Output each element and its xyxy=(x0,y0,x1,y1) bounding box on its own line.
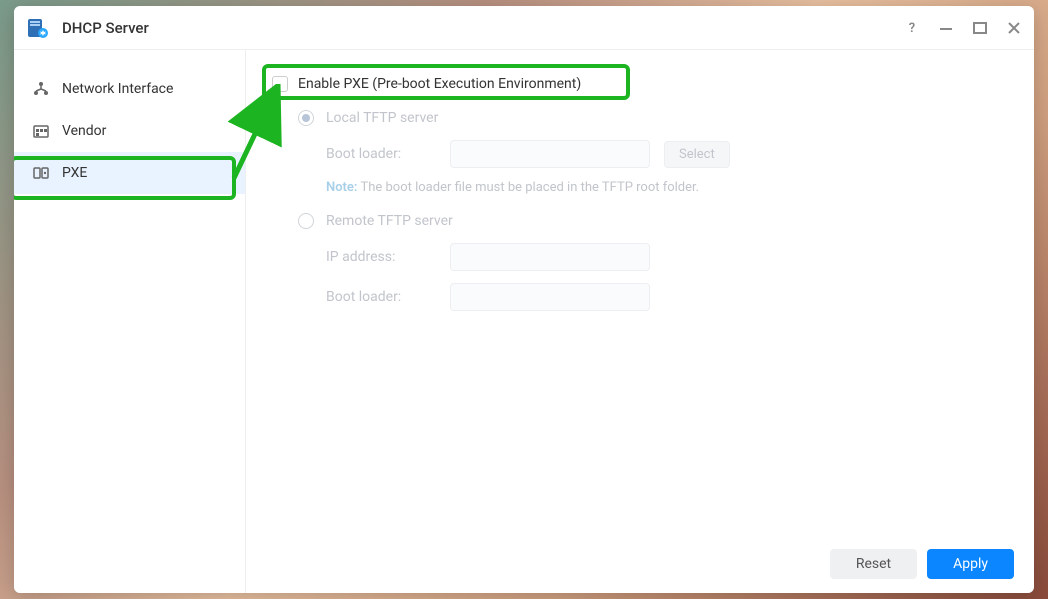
select-button[interactable]: Select xyxy=(664,141,730,168)
sidebar-item-network-interface[interactable]: Network Interface xyxy=(14,68,245,110)
boot-loader-label: Boot loader: xyxy=(326,146,436,162)
local-tftp-row[interactable]: Local TFTP server xyxy=(298,110,1008,126)
boot-loader2-input[interactable] xyxy=(450,283,650,311)
vendor-icon xyxy=(32,122,50,140)
help-icon[interactable]: ? xyxy=(904,20,920,36)
pxe-options: Local TFTP server Boot loader: Select No… xyxy=(298,110,1008,311)
footer-buttons: Reset Apply xyxy=(830,549,1014,579)
window-controls: ? xyxy=(904,20,1022,36)
maximize-icon[interactable] xyxy=(972,20,988,36)
sidebar-item-label: Vendor xyxy=(62,123,106,139)
dhcp-server-window: DHCP Server ? Network Interface Vendor xyxy=(14,6,1034,593)
enable-pxe-label: Enable PXE (Pre-boot Execution Environme… xyxy=(298,76,581,92)
note-text: The boot loader file must be placed in t… xyxy=(360,180,699,195)
remote-tftp-label: Remote TFTP server xyxy=(326,213,453,229)
enable-pxe-row[interactable]: Enable PXE (Pre-boot Execution Environme… xyxy=(272,76,1008,92)
titlebar: DHCP Server ? xyxy=(14,6,1034,50)
boot-loader-row: Boot loader: Select xyxy=(326,140,1008,168)
enable-pxe-checkbox[interactable] xyxy=(272,76,288,92)
close-icon[interactable] xyxy=(1006,20,1022,36)
window-body: Network Interface Vendor PXE Enable PXE … xyxy=(14,50,1034,593)
sidebar-item-label: Network Interface xyxy=(62,81,173,97)
app-icon xyxy=(26,16,50,40)
remote-tftp-radio[interactable] xyxy=(298,213,314,229)
svg-text:?: ? xyxy=(909,21,915,35)
sidebar-item-pxe[interactable]: PXE xyxy=(14,152,245,194)
local-tftp-label: Local TFTP server xyxy=(326,110,438,126)
sidebar: Network Interface Vendor PXE xyxy=(14,50,246,593)
boot-loader2-row: Boot loader: xyxy=(326,283,1008,311)
ip-address-input[interactable] xyxy=(450,243,650,271)
remote-tftp-row[interactable]: Remote TFTP server xyxy=(298,213,1008,229)
local-tftp-radio[interactable] xyxy=(298,110,314,126)
reset-button[interactable]: Reset xyxy=(830,549,917,579)
apply-button[interactable]: Apply xyxy=(927,549,1014,579)
network-icon xyxy=(32,80,50,98)
sidebar-item-vendor[interactable]: Vendor xyxy=(14,110,245,152)
note-prefix: Note: xyxy=(326,180,357,195)
content-pane: Enable PXE (Pre-boot Execution Environme… xyxy=(246,50,1034,593)
ip-address-row: IP address: xyxy=(326,243,1008,271)
sidebar-item-label: PXE xyxy=(62,165,87,181)
ip-address-label: IP address: xyxy=(326,249,436,265)
note-row: Note: The boot loader file must be place… xyxy=(326,180,1008,195)
minimize-icon[interactable] xyxy=(938,20,954,36)
pxe-icon xyxy=(32,164,50,182)
window-title: DHCP Server xyxy=(62,19,149,37)
boot-loader-input[interactable] xyxy=(450,140,650,168)
boot-loader2-label: Boot loader: xyxy=(326,289,436,305)
